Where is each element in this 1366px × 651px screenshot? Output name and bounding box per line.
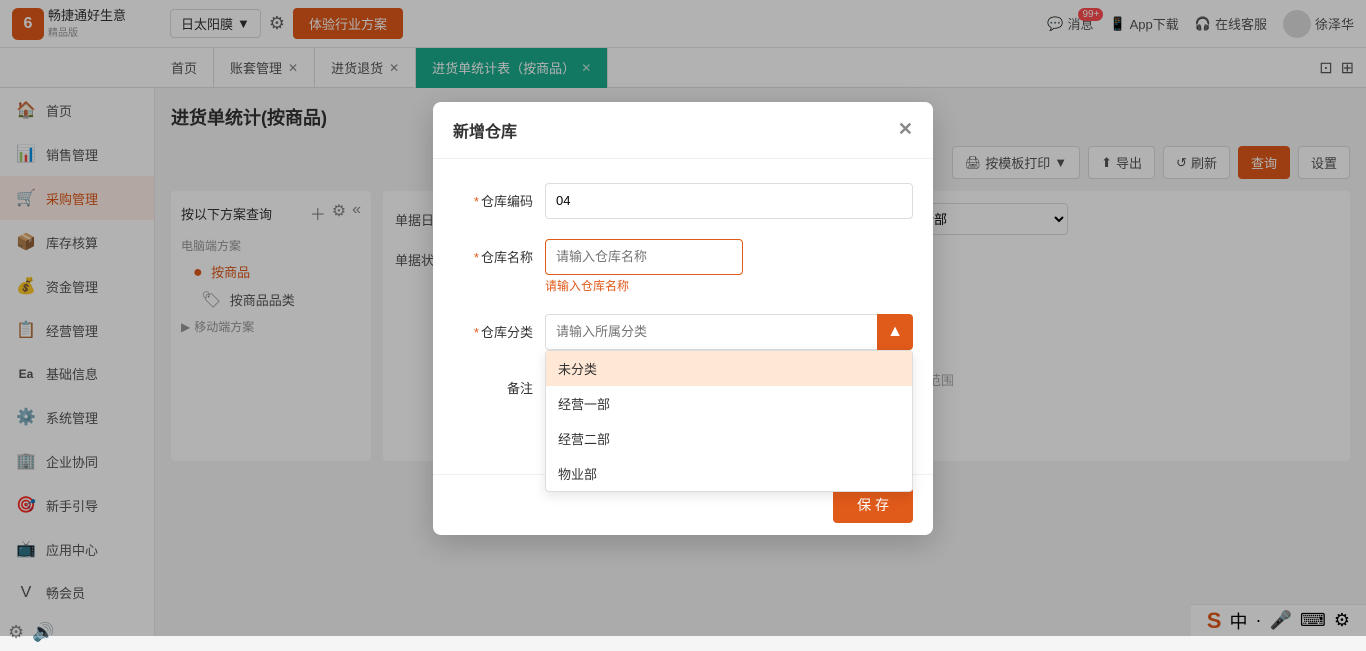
name-input-wrap: 请输入仓库名称 [545,239,913,294]
category-label: 仓库分类 [453,314,533,341]
category-dropdown: 未分类 经营一部 经营二部 物业部 [545,350,913,492]
chevron-up-icon: ▲ [887,323,903,341]
code-input[interactable] [545,183,913,219]
name-row: 仓库名称 请输入仓库名称 [453,239,913,294]
name-label: 仓库名称 [453,239,533,266]
code-label: 仓库编码 [453,183,533,210]
save-button[interactable]: 保 存 [833,487,913,523]
dropdown-item-property[interactable]: 物业部 [546,456,912,491]
dropdown-item-dept2[interactable]: 经营二部 [546,421,912,456]
modal-overlay: 新增仓库 ✕ 仓库编码 仓库名称 请输入仓库名称 仓库分类 [0,0,1366,636]
note-label: 备注 [453,370,533,397]
modal-header: 新增仓库 ✕ [433,102,933,159]
dropdown-item-unclassified[interactable]: 未分类 [546,351,912,386]
code-row: 仓库编码 [453,183,913,219]
name-input[interactable] [545,239,743,275]
modal-close-btn[interactable]: ✕ [898,119,913,140]
category-row: 仓库分类 ▲ 未分类 经营一部 经营二部 物业部 [453,314,913,350]
new-warehouse-modal: 新增仓库 ✕ 仓库编码 仓库名称 请输入仓库名称 仓库分类 [433,102,933,535]
modal-body: 仓库编码 仓库名称 请输入仓库名称 仓库分类 ▲ [433,159,933,474]
category-toggle-btn[interactable]: ▲ [877,314,913,350]
modal-title: 新增仓库 [453,118,517,142]
category-input[interactable] [545,314,913,350]
dropdown-item-dept1[interactable]: 经营一部 [546,386,912,421]
category-select-wrap: ▲ 未分类 经营一部 经营二部 物业部 [545,314,913,350]
name-error-msg: 请输入仓库名称 [545,277,913,294]
